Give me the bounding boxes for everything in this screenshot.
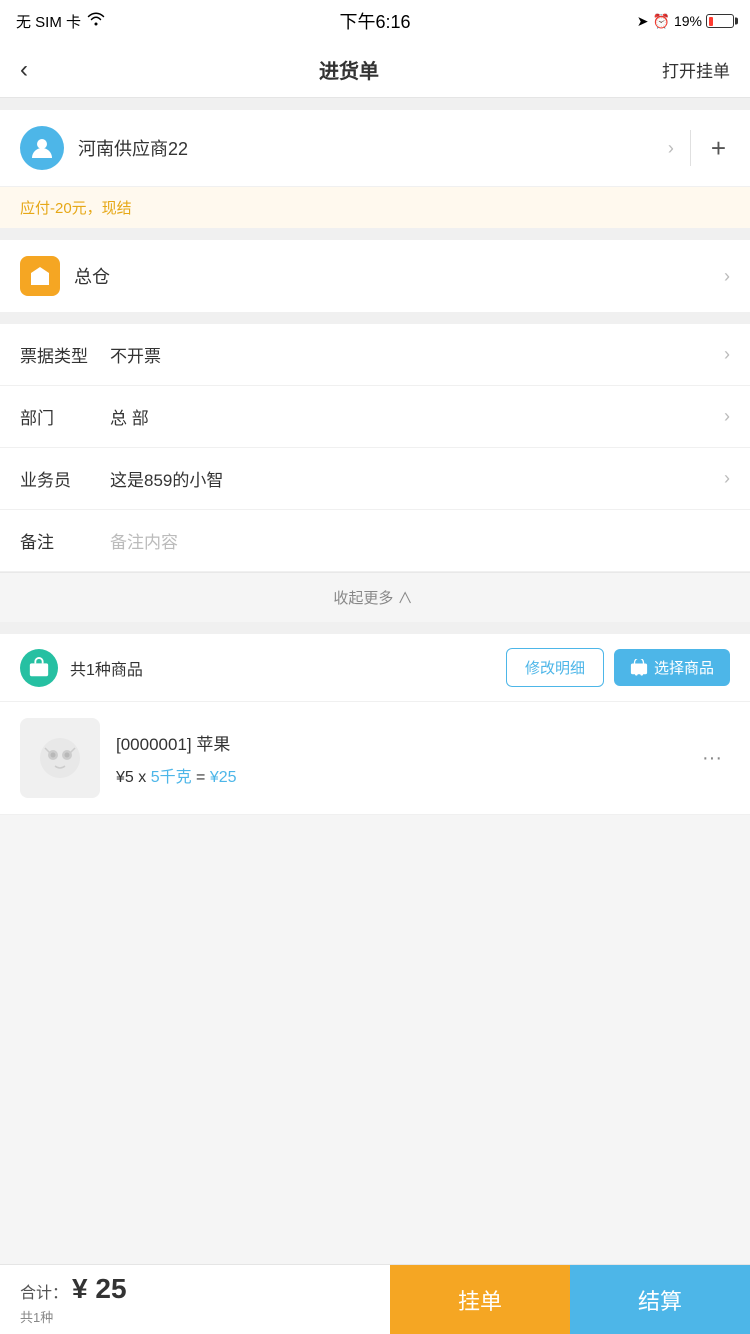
notice-bar: 应付-20元，现结 xyxy=(0,187,750,228)
remark-row[interactable]: 备注 备注内容 xyxy=(0,510,750,572)
product-thumbnail xyxy=(20,718,100,798)
section-gap-2 xyxy=(0,228,750,240)
remark-label: 备注 xyxy=(20,528,110,553)
bottom-padding xyxy=(0,815,750,835)
status-time: 下午6:16 xyxy=(339,8,410,34)
product-name: [0000001] 苹果 xyxy=(116,730,694,755)
department-row[interactable]: 部门 总 部 › xyxy=(0,386,750,448)
location-icon: ➤ xyxy=(637,13,649,30)
checkout-button[interactable]: 结算 xyxy=(570,1265,750,1334)
remark-input[interactable]: 备注内容 xyxy=(110,528,730,553)
product-count-icon xyxy=(20,649,58,687)
product-count-label: 共1种商品 xyxy=(70,656,506,680)
salesperson-label: 业务员 xyxy=(20,466,110,491)
battery-icon xyxy=(706,14,734,28)
warehouse-row[interactable]: 总仓 › xyxy=(0,240,750,312)
form-card: 票据类型 不开票 › 部门 总 部 › 业务员 这是859的小智 › 备注 备注… xyxy=(0,324,750,572)
invoice-row[interactable]: 票据类型 不开票 › xyxy=(0,324,750,386)
invoice-value: 不开票 xyxy=(110,342,724,367)
collapse-label: 收起更多 ∧ xyxy=(333,587,412,608)
supplier-card: 河南供应商22 › + 应付-20元，现结 xyxy=(0,110,750,228)
back-button[interactable]: ‹ xyxy=(20,48,36,92)
suspend-button[interactable]: 挂单 xyxy=(390,1265,570,1334)
product-header: 共1种商品 修改明细 选择商品 xyxy=(0,634,750,702)
battery-percent: 19% xyxy=(674,13,702,29)
vertical-divider xyxy=(690,130,691,166)
products-card: 共1种商品 修改明细 选择商品 xyxy=(0,634,750,815)
more-button[interactable]: ··· xyxy=(694,743,730,774)
add-button[interactable]: + xyxy=(707,129,730,168)
page-title: 进货单 xyxy=(319,55,379,84)
product-info: [0000001] 苹果 ¥5 x 5千克 = ¥25 xyxy=(116,730,694,787)
supplier-row[interactable]: 河南供应商22 › + xyxy=(0,110,750,187)
supplier-chevron-icon: › xyxy=(668,138,674,159)
open-pending-button[interactable]: 打开挂单 xyxy=(662,57,730,82)
collapse-row[interactable]: 收起更多 ∧ xyxy=(0,572,750,622)
alarm-icon: ⏰ xyxy=(653,13,670,30)
warehouse-icon xyxy=(20,256,60,296)
modify-detail-button[interactable]: 修改明细 xyxy=(506,648,604,687)
status-carrier: 无 SIM 卡 xyxy=(16,11,105,32)
section-gap-1 xyxy=(0,98,750,110)
department-label: 部门 xyxy=(20,404,110,429)
total-label: 合计： xyxy=(20,1279,68,1303)
warehouse-name: 总仓 xyxy=(74,263,724,289)
supplier-avatar xyxy=(20,126,64,170)
invoice-chevron-icon: › xyxy=(724,344,730,365)
total-count: 共1种 xyxy=(20,1307,370,1326)
select-product-button[interactable]: 选择商品 xyxy=(614,649,730,686)
salesperson-chevron-icon: › xyxy=(724,468,730,489)
supplier-name: 河南供应商22 xyxy=(78,135,668,161)
department-chevron-icon: › xyxy=(724,406,730,427)
bottom-bar: 合计： ¥ 25 共1种 挂单 结算 xyxy=(0,1264,750,1334)
section-gap-4 xyxy=(0,622,750,634)
invoice-label: 票据类型 xyxy=(20,342,110,367)
select-product-label: 选择商品 xyxy=(654,657,714,678)
warehouse-chevron-icon: › xyxy=(724,266,730,287)
total-area: 合计： ¥ 25 共1种 xyxy=(0,1273,390,1326)
status-bar: 无 SIM 卡 下午6:16 ➤ ⏰ 19% xyxy=(0,0,750,42)
wifi-icon xyxy=(87,12,105,31)
status-icons: ➤ ⏰ 19% xyxy=(637,13,734,30)
total-amount: ¥ 25 xyxy=(72,1273,127,1305)
salesperson-value: 这是859的小智 xyxy=(110,466,724,491)
cart-icon xyxy=(630,659,648,677)
carrier-text: 无 SIM 卡 xyxy=(16,11,81,32)
warehouse-card: 总仓 › xyxy=(0,240,750,312)
product-price: ¥5 x 5千克 = ¥25 xyxy=(116,763,694,787)
salesperson-row[interactable]: 业务员 这是859的小智 › xyxy=(0,448,750,510)
department-value: 总 部 xyxy=(110,404,724,429)
nav-bar: ‹ 进货单 打开挂单 xyxy=(0,42,750,98)
product-item: [0000001] 苹果 ¥5 x 5千克 = ¥25 ··· xyxy=(0,702,750,815)
section-gap-3 xyxy=(0,312,750,324)
